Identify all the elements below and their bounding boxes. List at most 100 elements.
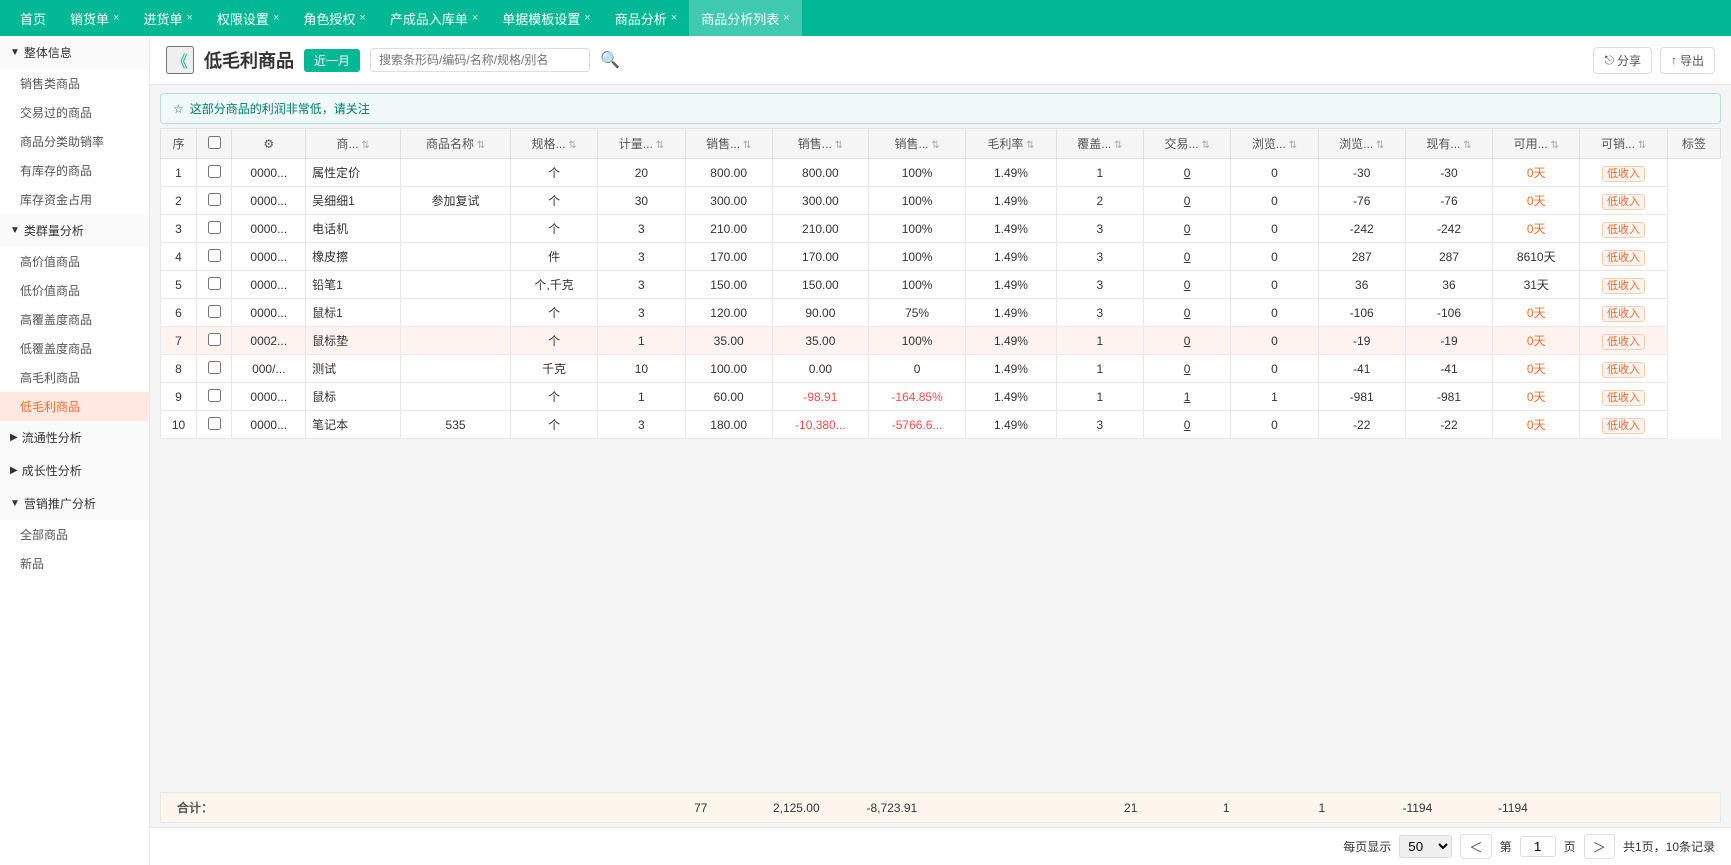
row-checkbox[interactable] [208,333,221,346]
cell-check[interactable] [197,327,232,355]
close-icon[interactable]: × [113,12,119,24]
cell-check[interactable] [197,215,232,243]
cell-browse1[interactable]: 1 [1144,383,1231,411]
row-checkbox[interactable] [208,165,221,178]
col-code[interactable]: 商... [306,129,401,159]
nav-role[interactable]: 角色授权× [291,0,377,36]
sidebar-item-新品[interactable]: 新品 [0,549,149,578]
sidebar-item-高覆盖度商品[interactable]: 高覆盖度商品 [0,305,149,334]
sidebar-item-销售类商品[interactable]: 销售类商品 [0,69,149,98]
row-checkbox[interactable] [208,193,221,206]
close-icon[interactable]: × [671,12,677,24]
close-icon[interactable]: × [472,12,478,24]
date-filter-button[interactable]: 近一月 [304,49,360,72]
col-trade[interactable]: 交易... [1144,129,1231,159]
sidebar-item-交易过的商品[interactable]: 交易过的商品 [0,98,149,127]
sidebar-group-成长性分析[interactable]: ▶ 成长性分析 [0,454,149,487]
cell-browse1[interactable]: 0 [1144,411,1231,439]
col-qty[interactable]: 销售... [685,129,772,159]
col-check[interactable] [197,129,232,159]
row-checkbox[interactable] [208,305,221,318]
row-checkbox[interactable] [208,277,221,290]
cell-check[interactable] [197,159,232,187]
sidebar-item-低价值商品[interactable]: 低价值商品 [0,276,149,305]
search-button[interactable]: 🔍 [600,50,620,70]
search-input[interactable] [370,48,590,72]
cell-check[interactable] [197,383,232,411]
row-checkbox[interactable] [208,249,221,262]
cell-browse1[interactable]: 0 [1144,355,1231,383]
sidebar-group-整体信息[interactable]: ▼ 整体信息 [0,36,149,69]
col-name[interactable]: 商品名称 [401,129,511,159]
col-cover[interactable]: 覆盖... [1056,129,1143,159]
close-icon[interactable]: × [584,12,590,24]
nav-product-entry[interactable]: 产成品入库单× [378,0,490,36]
cell-check[interactable] [197,271,232,299]
col-amount[interactable]: 销售... [868,129,965,159]
cell-trade: 3 [1056,215,1143,243]
per-page-select[interactable]: 50 100 [1399,835,1452,858]
cell-current: -981 [1318,383,1405,411]
row-checkbox[interactable] [208,361,221,374]
cell-check[interactable] [197,411,232,439]
col-gross[interactable]: 毛利率 [966,129,1057,159]
sidebar-item-低毛利商品[interactable]: 低毛利商品 [0,392,149,421]
row-checkbox[interactable] [208,389,221,402]
sidebar-item-库存资金占用[interactable]: 库存资金占用 [0,185,149,214]
nav-purchase[interactable]: 进货单× [131,0,204,36]
col-unit[interactable]: 计量... [598,129,685,159]
cell-check[interactable] [197,243,232,271]
col-available[interactable]: 可用... [1493,129,1580,159]
sidebar-item-高毛利商品[interactable]: 高毛利商品 [0,363,149,392]
cell-browse1[interactable]: 0 [1144,243,1231,271]
prev-page-button[interactable]: ＜ [1460,834,1491,859]
select-all-checkbox[interactable] [208,136,221,149]
nav-home[interactable]: 首页 [8,0,58,36]
close-icon[interactable]: × [273,12,279,24]
col-browse1[interactable]: 浏览... [1231,129,1318,159]
sidebar-group-流通性分析[interactable]: ▶ 流通性分析 [0,421,149,454]
cell-spec: 参加复试 [401,187,511,215]
sidebar-group-类群量分析[interactable]: ▼ 类群量分析 [0,214,149,247]
nav-sales[interactable]: 销货单× [58,0,131,36]
col-settings[interactable]: ⚙ [232,129,306,159]
collapse-sidebar-button[interactable]: 《 [166,46,194,74]
nav-template[interactable]: 单据模板设置× [490,0,602,36]
sidebar-group-营销推广分析[interactable]: ▼ 营销推广分析 [0,487,149,520]
cell-check[interactable] [197,355,232,383]
nav-product-analysis-list[interactable]: 商品分析列表× [689,0,801,36]
sidebar-item-商品分类助销率[interactable]: 商品分类助销率 [0,127,149,156]
cell-check[interactable] [197,187,232,215]
cell-browse1[interactable]: 0 [1144,159,1231,187]
footer-qty: 77 [653,801,749,815]
sidebar-item-高价值商品[interactable]: 高价值商品 [0,247,149,276]
share-button[interactable]: ⎋ 分享 [1593,47,1652,74]
col-current[interactable]: 现有... [1405,129,1492,159]
sidebar-item-有库存的商品[interactable]: 有库存的商品 [0,156,149,185]
nav-permission[interactable]: 权限设置× [205,0,291,36]
sidebar-item-低覆盖度商品[interactable]: 低覆盖度商品 [0,334,149,363]
page-number-input[interactable] [1520,836,1556,857]
next-page-button[interactable]: ＞ [1584,834,1615,859]
close-icon[interactable]: × [359,12,365,24]
cell-browse1[interactable]: 0 [1144,327,1231,355]
col-salable[interactable]: 可销... [1580,129,1667,159]
col-tag: 标签 [1667,129,1720,159]
close-icon[interactable]: × [186,12,192,24]
row-checkbox[interactable] [208,417,221,430]
close-icon[interactable]: × [783,12,789,24]
cell-check[interactable] [197,299,232,327]
nav-product-analysis[interactable]: 商品分析× [603,0,689,36]
cell-browse1[interactable]: 0 [1144,215,1231,243]
sidebar-item-全部商品[interactable]: 全部商品 [0,520,149,549]
cell-browse1[interactable]: 0 [1144,271,1231,299]
col-browse2[interactable]: 浏览... [1318,129,1405,159]
cell-browse1[interactable]: 0 [1144,187,1231,215]
cell-browse1[interactable]: 0 [1144,299,1231,327]
table-container[interactable]: 序 ⚙ 商... 商品名称 规格... 计量... 销售... 销售... 销售… [160,128,1721,792]
col-price[interactable]: 销售... [772,129,868,159]
row-checkbox[interactable] [208,221,221,234]
export-button[interactable]: ↑ 导出 [1660,47,1715,74]
cell-amount: 150.00 [772,271,868,299]
col-spec[interactable]: 规格... [510,129,597,159]
